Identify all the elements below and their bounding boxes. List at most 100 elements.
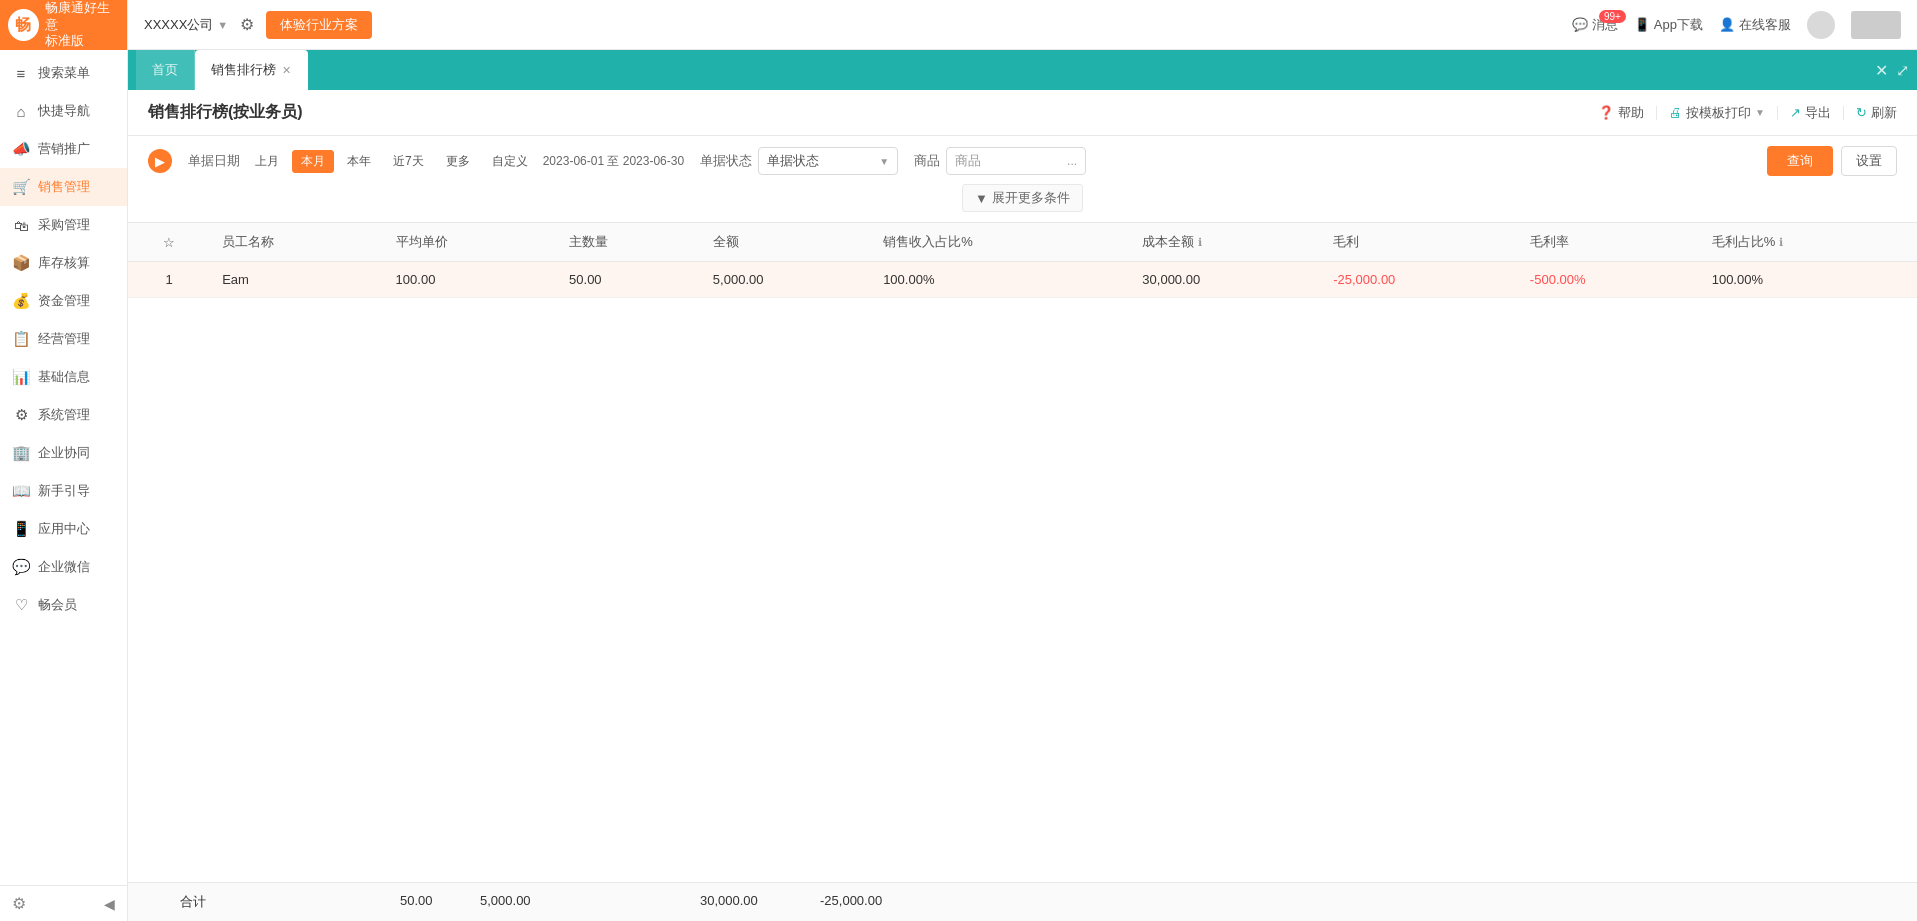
- date-btn-custom[interactable]: 自定义: [483, 150, 537, 173]
- nav-icon-inventory: 📦: [12, 254, 30, 272]
- footer-cells: 合计 50.00 5,000.00 30,000.00 -25,000.00: [140, 893, 1905, 911]
- goods-input[interactable]: 商品 ...: [946, 147, 1086, 175]
- restore-tab-btn[interactable]: ⤢: [1896, 61, 1909, 80]
- tab-close-icon[interactable]: ✕: [282, 64, 291, 77]
- cell-amount: 5,000.00: [701, 262, 871, 298]
- company-select[interactable]: XXXXX公司 ▼: [144, 16, 228, 34]
- footer-qty: 50.00: [400, 893, 480, 911]
- sidebar-item-enterprise[interactable]: 🏢 企业协同: [0, 434, 127, 472]
- nav-icon-purchase: 🛍: [12, 217, 30, 234]
- sidebar-item-marketing[interactable]: 📣 营销推广: [0, 130, 127, 168]
- message-button[interactable]: 💬 消息 99+: [1572, 16, 1618, 34]
- status-select[interactable]: 单据状态 ▼: [758, 147, 898, 175]
- print-icon: 🖨: [1669, 105, 1682, 120]
- page-title: 销售排行榜(按业务员): [148, 102, 303, 123]
- date-buttons: 上月 本月 本年 近7天 更多 自定义: [246, 150, 537, 173]
- cell-gross: -25,000.00: [1321, 262, 1518, 298]
- refresh-button[interactable]: ↻ 刷新: [1856, 104, 1897, 122]
- query-button[interactable]: 查询: [1767, 146, 1833, 176]
- sidebar-item-inventory[interactable]: 📦 库存核算: [0, 244, 127, 282]
- sidebar-item-finance[interactable]: 💰 资金管理: [0, 282, 127, 320]
- app-download-button[interactable]: 📱 App下载: [1634, 16, 1703, 34]
- settings-icon[interactable]: ⚙: [12, 894, 26, 913]
- nav-label-basic-info: 基础信息: [38, 368, 90, 386]
- sidebar-item-basic-info[interactable]: 📊 基础信息: [0, 358, 127, 396]
- divider2: [1777, 106, 1778, 120]
- date-btn-more[interactable]: 更多: [437, 150, 479, 173]
- avatar2: [1851, 11, 1901, 39]
- company-name: XXXXX公司: [144, 16, 213, 34]
- footer-avg-price: [300, 893, 400, 911]
- tab-home[interactable]: 首页: [136, 50, 195, 90]
- nav-icon-sales: 🛒: [12, 178, 30, 196]
- data-table: ☆ 员工名称 平均单价 主数量 全额 销售收入占比% 成本全额 ℹ 毛利 毛利率…: [128, 223, 1917, 298]
- nav-icon-operations: 📋: [12, 330, 30, 348]
- nav-icon-marketing: 📣: [12, 140, 30, 158]
- table-header: ☆ 员工名称 平均单价 主数量 全额 销售收入占比% 成本全额 ℹ 毛利 毛利率…: [128, 223, 1917, 262]
- nav-label-app-center: 应用中心: [38, 520, 90, 538]
- avatar: [1807, 11, 1835, 39]
- gear-icon[interactable]: ⚙: [240, 15, 254, 34]
- nav-icon-wechat: 💬: [12, 558, 30, 576]
- date-btn-7days[interactable]: 近7天: [384, 150, 433, 173]
- sidebar-nav: ≡ 搜索菜单 ⌂ 快捷导航 📣 营销推广 🛒 销售管理 🛍 采购管理 📦 库存核…: [0, 50, 127, 885]
- expand-label: 展开更多条件: [992, 189, 1070, 207]
- footer-sales-pct: [580, 893, 700, 911]
- footer-rank-cell: [140, 893, 180, 911]
- footer-amount: 5,000.00: [480, 893, 580, 911]
- online-service-button[interactable]: 👤 在线客服: [1719, 16, 1791, 34]
- help-button[interactable]: ❓ 帮助: [1598, 104, 1644, 122]
- gross-pct-info-icon[interactable]: ℹ: [1779, 236, 1783, 248]
- trial-button[interactable]: 体验行业方案: [266, 11, 372, 39]
- sidebar-item-quick-nav[interactable]: ⌂ 快捷导航: [0, 92, 127, 130]
- col-name: 员工名称: [210, 223, 383, 262]
- sidebar-item-member[interactable]: ♡ 畅会员: [0, 586, 127, 624]
- export-button[interactable]: ↗ 导出: [1790, 104, 1831, 122]
- sidebar-item-purchase[interactable]: 🛍 采购管理: [0, 206, 127, 244]
- logo-text: 畅康通好生意 标准版: [45, 0, 119, 50]
- nav-label-marketing: 营销推广: [38, 140, 90, 158]
- col-avg-price: 平均单价: [384, 223, 557, 262]
- date-btn-this-year[interactable]: 本年: [338, 150, 380, 173]
- tab-sales-ranking[interactable]: 销售排行榜 ✕: [195, 50, 308, 90]
- settings-button[interactable]: 设置: [1841, 146, 1897, 176]
- nav-icon-enterprise: 🏢: [12, 444, 30, 462]
- sidebar-item-operations[interactable]: 📋 经营管理: [0, 320, 127, 358]
- date-btn-last-month[interactable]: 上月: [246, 150, 288, 173]
- nav-icon-system: ⚙: [12, 406, 30, 424]
- status-chevron-icon: ▼: [879, 156, 889, 167]
- sidebar-item-guide[interactable]: 📖 新手引导: [0, 472, 127, 510]
- more-icon: ...: [1067, 154, 1077, 168]
- filter-toggle-btn[interactable]: ▶: [148, 149, 172, 173]
- sidebar-item-system[interactable]: ⚙ 系统管理: [0, 396, 127, 434]
- sidebar: 畅 畅康通好生意 标准版 ≡ 搜索菜单 ⌂ 快捷导航 📣 营销推广 🛒 销售管理…: [0, 0, 128, 921]
- close-tab-btn[interactable]: ✕: [1875, 61, 1888, 80]
- col-rank: ☆: [128, 223, 210, 262]
- cost-info-icon[interactable]: ℹ: [1198, 236, 1202, 248]
- col-gross-rate: 毛利率: [1518, 223, 1700, 262]
- col-sales-pct: 销售收入占比%: [871, 223, 1130, 262]
- expand-button[interactable]: ▼ 展开更多条件: [962, 184, 1083, 212]
- table-row: 1 Eam 100.00 50.00 5,000.00 100.00% 30,0…: [128, 262, 1917, 298]
- print-dropdown-icon: ▼: [1755, 107, 1765, 118]
- sidebar-item-sales[interactable]: 🛒 销售管理: [0, 168, 127, 206]
- nav-label-member: 畅会员: [38, 596, 77, 614]
- collapse-icon[interactable]: ◀: [104, 896, 115, 912]
- sidebar-item-search-order[interactable]: ≡ 搜索菜单: [0, 54, 127, 92]
- help-icon: ❓: [1598, 105, 1614, 120]
- goods-placeholder: 商品: [955, 152, 981, 170]
- sidebar-bottom: ⚙ ◀: [0, 885, 127, 921]
- sidebar-item-wechat[interactable]: 💬 企业微信: [0, 548, 127, 586]
- query-action-area: 查询 设置: [1767, 146, 1897, 176]
- nav-label-guide: 新手引导: [38, 482, 90, 500]
- filter-row: ▶ 单据日期 上月 本月 本年 近7天 更多 自定义 2023-06-01 至 …: [148, 146, 1897, 176]
- footer-cost: 30,000.00: [700, 893, 820, 911]
- date-range: 2023-06-01 至 2023-06-30: [543, 153, 684, 170]
- date-btn-this-month[interactable]: 本月: [292, 150, 334, 173]
- table-footer: 合计 50.00 5,000.00 30,000.00 -25,000.00: [128, 882, 1917, 921]
- goods-filter: 商品 商品 ...: [914, 147, 1086, 175]
- table-container: ☆ 员工名称 平均单价 主数量 全额 销售收入占比% 成本全额 ℹ 毛利 毛利率…: [128, 223, 1917, 882]
- print-button[interactable]: 🖨 按模板打印 ▼: [1669, 104, 1765, 122]
- divider3: [1843, 106, 1844, 120]
- sidebar-item-app-center[interactable]: 📱 应用中心: [0, 510, 127, 548]
